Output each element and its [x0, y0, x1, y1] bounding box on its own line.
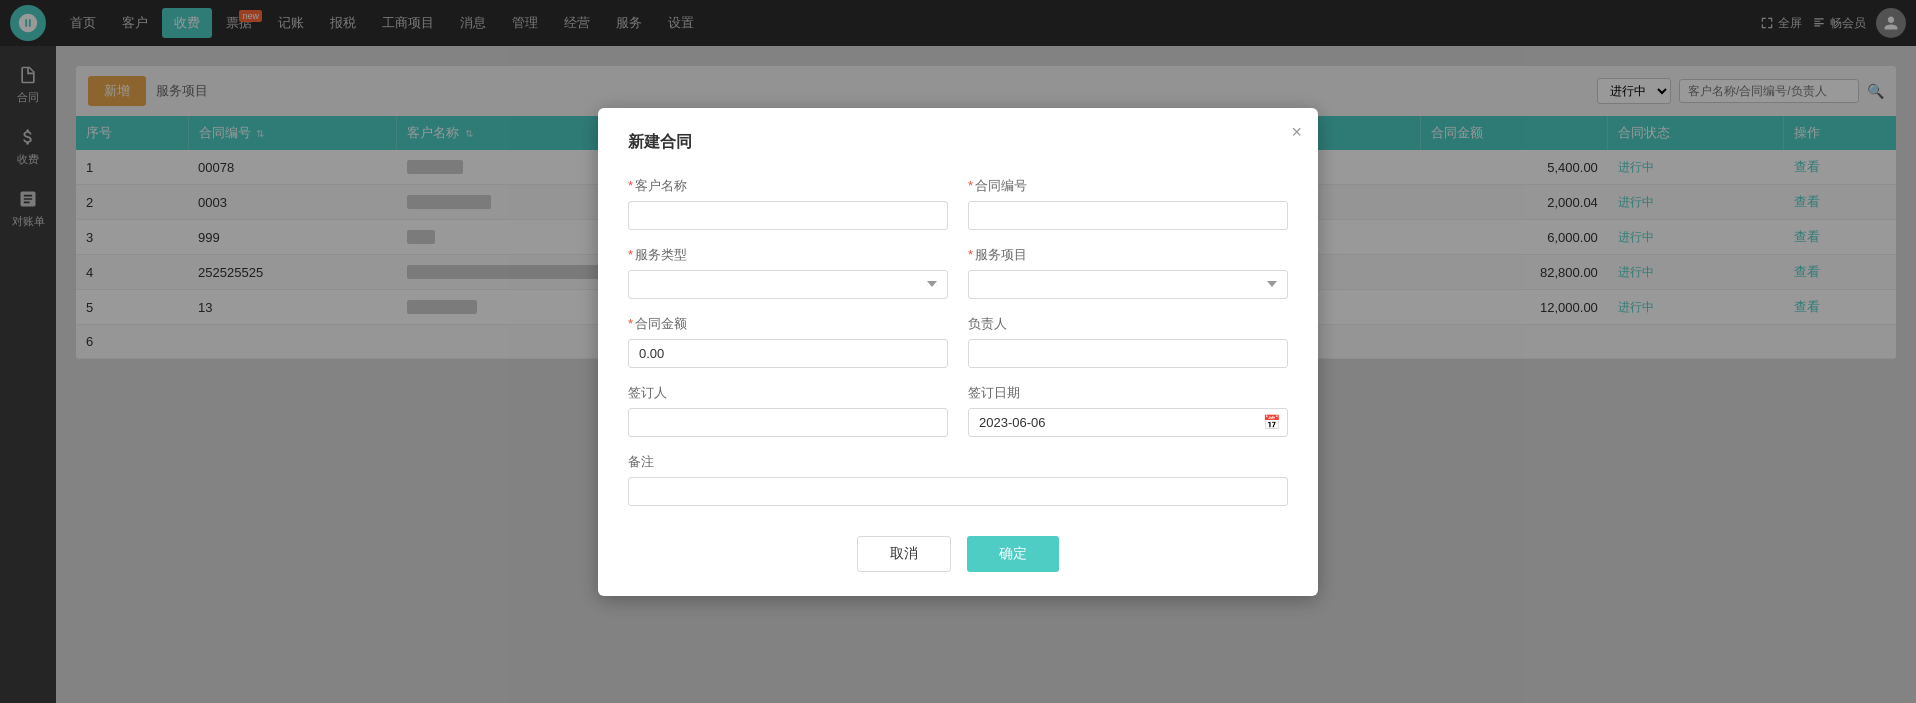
contract-no-input[interactable]: [968, 201, 1288, 230]
service-type-label: * 服务类型: [628, 246, 948, 264]
form-contract-amount: * 合同金额: [628, 315, 948, 368]
service-type-select[interactable]: [628, 270, 948, 299]
responsible-label: 负责人: [968, 315, 1288, 333]
modal-overlay: 新建合同 × * 客户名称 * 合同编号 *: [0, 0, 1916, 703]
remark-label: 备注: [628, 453, 1288, 471]
customer-name-label: * 客户名称: [628, 177, 948, 195]
form-remark: 备注: [628, 453, 1288, 506]
sign-date-wrapper: 📅: [968, 408, 1288, 437]
form-sign-date: 签订日期 📅: [968, 384, 1288, 437]
contract-no-label: * 合同编号: [968, 177, 1288, 195]
modal-footer: 取消 确定: [628, 536, 1288, 572]
form-signer: 签订人: [628, 384, 948, 437]
signer-label: 签订人: [628, 384, 948, 402]
remark-input[interactable]: [628, 477, 1288, 506]
contract-amount-input[interactable]: [628, 339, 948, 368]
modal-close-button[interactable]: ×: [1291, 122, 1302, 143]
cancel-button[interactable]: 取消: [857, 536, 951, 572]
form-responsible: 负责人: [968, 315, 1288, 368]
create-contract-modal: 新建合同 × * 客户名称 * 合同编号 *: [598, 108, 1318, 596]
form-service-item: * 服务项目: [968, 246, 1288, 299]
sign-date-input[interactable]: [968, 408, 1288, 437]
form-grid: * 客户名称 * 合同编号 * 服务类型: [628, 177, 1288, 506]
contract-amount-label: * 合同金额: [628, 315, 948, 333]
confirm-button[interactable]: 确定: [967, 536, 1059, 572]
customer-name-input[interactable]: [628, 201, 948, 230]
form-customer-name: * 客户名称: [628, 177, 948, 230]
service-item-select[interactable]: [968, 270, 1288, 299]
service-item-label: * 服务项目: [968, 246, 1288, 264]
calendar-icon[interactable]: 📅: [1263, 414, 1280, 430]
sign-date-label: 签订日期: [968, 384, 1288, 402]
form-service-type: * 服务类型: [628, 246, 948, 299]
responsible-input[interactable]: [968, 339, 1288, 368]
signer-input[interactable]: [628, 408, 948, 437]
form-contract-no: * 合同编号: [968, 177, 1288, 230]
modal-title: 新建合同: [628, 132, 1288, 153]
